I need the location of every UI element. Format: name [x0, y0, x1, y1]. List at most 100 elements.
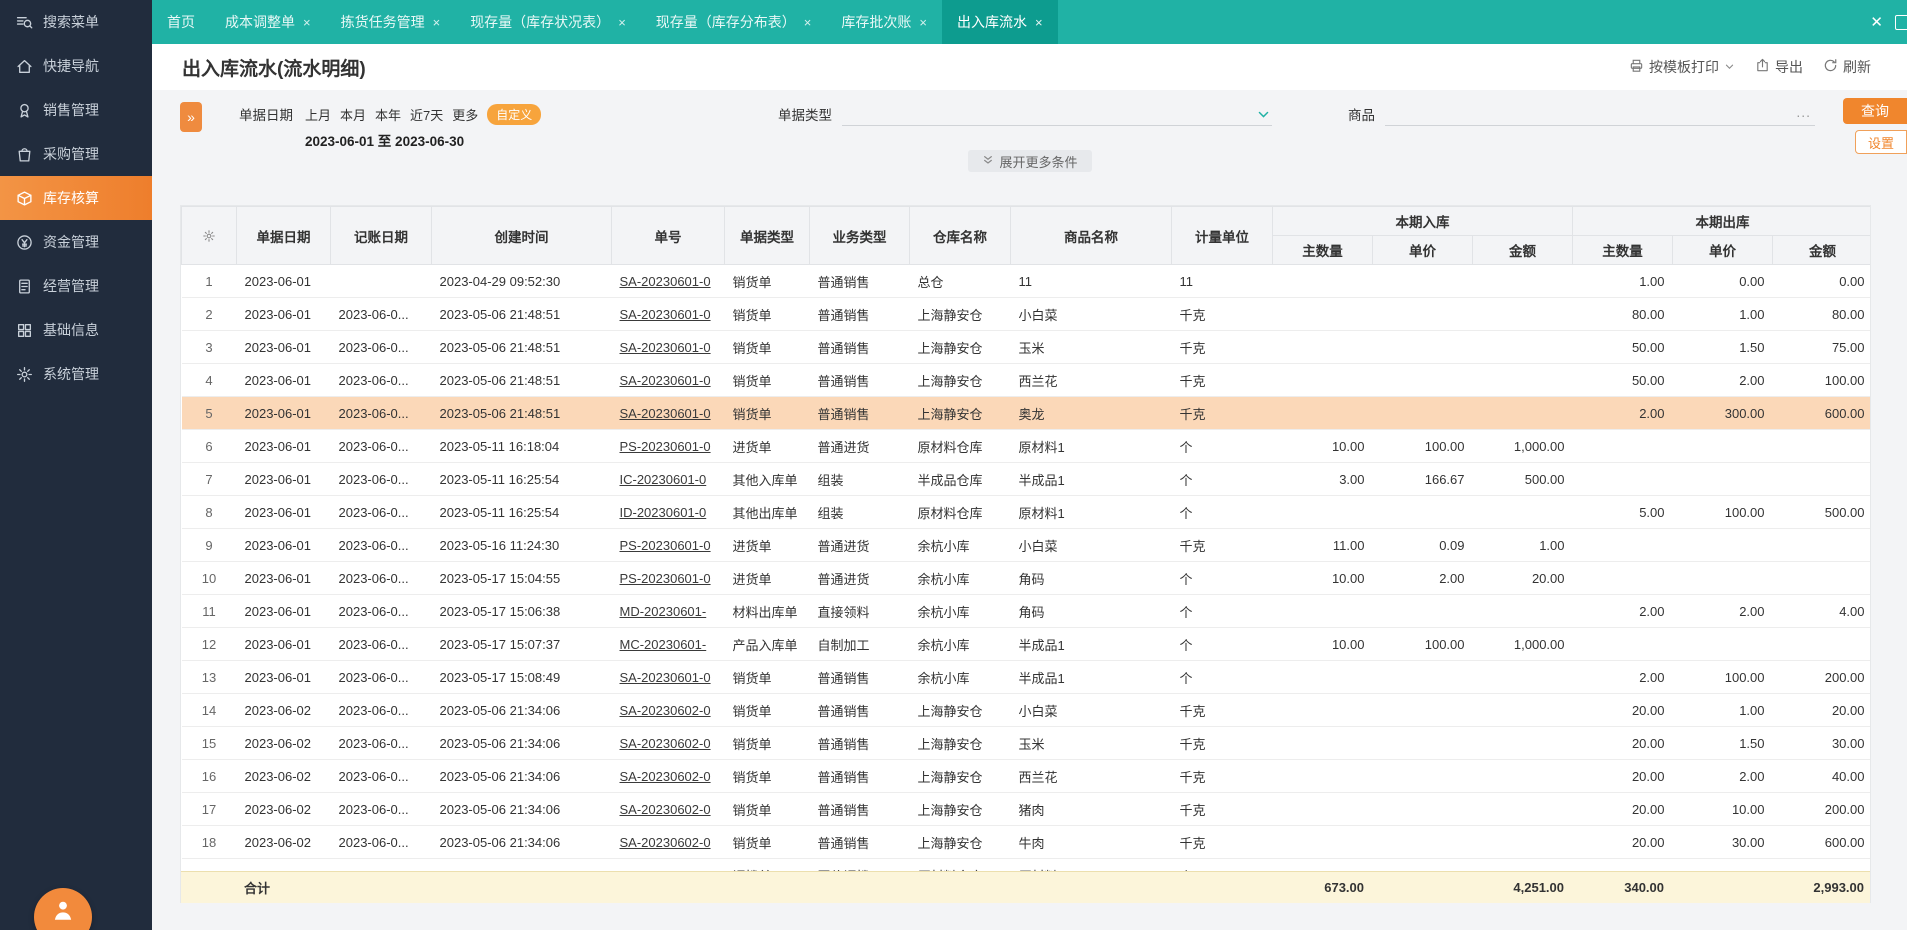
group-header: 本期出库 [1572, 206, 1870, 236]
total-value: 2,993.00 [1813, 880, 1864, 895]
tab-close-icon[interactable]: × [1035, 15, 1043, 30]
window-restore-icon[interactable] [1895, 14, 1907, 30]
table-row[interactable]: 11 2023-06-01 2023-06-0... 2023-05-17 15:06… [181, 594, 1870, 628]
doc-number-link[interactable]: SA-20230601-0 [620, 274, 711, 289]
close-icon[interactable]: ✕ [1870, 13, 1883, 31]
expand-more-button[interactable]: 展开更多条件 [967, 150, 1092, 172]
column-header[interactable]: 单号 [611, 206, 725, 265]
column-header[interactable]: 创建时间 [431, 206, 612, 265]
table-row[interactable]: 12 2023-06-01 2023-06-0... 2023-05-17 15:07… [181, 627, 1870, 661]
date-quick-link[interactable]: 本月 [340, 105, 366, 124]
doc-number-link[interactable]: SA-20230601-0 [620, 670, 711, 685]
table-row[interactable]: 2 2023-06-01 2023-06-0... 2023-05-06 21:48:… [181, 297, 1870, 331]
doc-number-link[interactable]: SA-20230602-0 [620, 736, 711, 751]
table-row[interactable]: 9 2023-06-01 2023-06-0... 2023-05-16 11:24:… [181, 528, 1870, 562]
doc-number-link[interactable]: SA-20230602-0 [620, 769, 711, 784]
tab-close-icon[interactable]: × [433, 15, 441, 30]
main-area: 首页 成本调整单 × 拣货任务管理 × 现存量（库存状况表） × 现存量（库存分布表） × 库存批… [152, 0, 1907, 930]
tab[interactable]: 出入库流水 × [941, 0, 1058, 44]
more-options-icon[interactable]: ... [1796, 104, 1811, 120]
sub-column-header[interactable]: 主数量 [1272, 235, 1373, 265]
refresh-button[interactable]: 刷新 [1823, 57, 1871, 77]
date-quick-link[interactable]: 本年 [375, 105, 401, 124]
doc-number-link[interactable]: SA-20230601-0 [620, 406, 711, 421]
sidebar-item[interactable]: 经营管理 [0, 264, 152, 308]
sidebar-item[interactable]: 采购管理 [0, 132, 152, 176]
sub-column-header[interactable]: 主数量 [1572, 235, 1673, 265]
sub-column-header[interactable]: 金额 [1472, 235, 1573, 265]
purchase-icon [16, 146, 33, 163]
doc-number-link[interactable]: SA-20230601-0 [620, 340, 711, 355]
table-row[interactable]: 5 2023-06-01 2023-06-0... 2023-05-06 21:48:… [181, 396, 1870, 430]
table-row[interactable]: 10 2023-06-01 2023-06-0... 2023-05-17 15:04… [181, 561, 1870, 595]
sidebar-item-label: 系统管理 [43, 366, 99, 382]
tab[interactable]: 现存量（库存分布表） × [641, 0, 827, 44]
search-button[interactable]: 查询 [1843, 98, 1907, 124]
sidebar-item[interactable]: 资金管理 [0, 220, 152, 264]
column-header[interactable]: 仓库名称 [909, 206, 1011, 265]
tab-close-icon[interactable]: × [919, 15, 927, 30]
tab-close-icon[interactable]: × [303, 15, 311, 30]
sidebar-item[interactable]: 销售管理 [0, 88, 152, 132]
tab[interactable]: 拣货任务管理 × [326, 0, 456, 44]
date-quick-link[interactable]: 更多 [452, 105, 478, 124]
doc-number-link[interactable]: MD-20230601- [620, 604, 707, 619]
table-row[interactable]: 16 2023-06-02 2023-06-0... 2023-05-06 21:34… [181, 759, 1870, 793]
doc-number-link[interactable]: PS-20230601-0 [620, 439, 711, 454]
column-header[interactable]: 单据类型 [724, 206, 810, 265]
tab-close-icon[interactable]: × [804, 15, 812, 30]
tab[interactable]: 库存批次账 × [826, 0, 942, 44]
table-row[interactable]: 14 2023-06-02 2023-06-0... 2023-05-06 21:34… [181, 693, 1870, 727]
date-range-value[interactable]: 2023-06-01 至 2023-06-30 [305, 130, 541, 150]
print-by-template-button[interactable]: 按模板打印 [1629, 57, 1735, 77]
doc-number-link[interactable]: SA-20230601-0 [620, 307, 711, 322]
sub-column-header[interactable]: 单价 [1672, 235, 1773, 265]
table-row[interactable]: 7 2023-06-01 2023-06-0... 2023-05-11 16:25:… [181, 462, 1870, 496]
collapse-filter-button[interactable]: » [180, 102, 202, 132]
column-header[interactable]: 记账日期 [330, 206, 432, 265]
tab-close-icon[interactable]: × [618, 15, 626, 30]
date-quick-link[interactable]: 上月 [305, 105, 331, 124]
doc-number-link[interactable]: SA-20230602-0 [620, 802, 711, 817]
assistant-icon [54, 901, 72, 920]
date-quick-link[interactable]: 近7天 [410, 105, 443, 124]
settings-button[interactable]: 设置 [1855, 130, 1907, 154]
doc-number-link[interactable]: SA-20230602-0 [620, 703, 711, 718]
doc-number-link[interactable]: ID-20230601-0 [620, 505, 707, 520]
custom-date-badge[interactable]: 自定义 [487, 104, 542, 125]
product-input[interactable]: ... [1385, 104, 1815, 126]
table-row[interactable]: 3 2023-06-01 2023-06-0... 2023-05-06 21:48:… [181, 330, 1870, 364]
table-row[interactable]: 6 2023-06-01 2023-06-0... 2023-05-11 16:18:… [181, 429, 1870, 463]
doc-number-link[interactable]: MC-20230601- [620, 637, 707, 652]
sub-column-header[interactable]: 金额 [1772, 235, 1870, 265]
sidebar-item[interactable]: 基础信息 [0, 308, 152, 352]
sidebar-item[interactable]: 系统管理 [0, 352, 152, 396]
tab[interactable]: 成本调整单 × [210, 0, 326, 44]
doc-number-link[interactable]: PS-20230601-0 [620, 571, 711, 586]
doc-number-link[interactable]: SA-20230601-0 [620, 373, 711, 388]
doc-number-link[interactable]: SA-20230602-0 [620, 835, 711, 850]
table-row[interactable]: 17 2023-06-02 2023-06-0... 2023-05-06 21:34… [181, 792, 1870, 826]
total-row: 合计 673.00 4,251.00 340.00 2,993.00 [181, 871, 1870, 903]
table-row[interactable]: 4 2023-06-01 2023-06-0... 2023-05-06 21:48:… [181, 363, 1870, 397]
table-row[interactable]: 15 2023-06-02 2023-06-0... 2023-05-06 21:34… [181, 726, 1870, 760]
column-header[interactable]: 单据日期 [236, 206, 331, 265]
export-button[interactable]: 导出 [1755, 57, 1803, 77]
tab[interactable]: 首页 [152, 0, 210, 44]
sidebar-item[interactable]: 库存核算 [0, 176, 152, 220]
column-header[interactable]: 商品名称 [1010, 206, 1172, 265]
sub-column-header[interactable]: 单价 [1372, 235, 1473, 265]
column-settings-icon[interactable] [181, 206, 237, 265]
doc-number-link[interactable]: IC-20230601-0 [620, 472, 707, 487]
table-row[interactable]: 18 2023-06-02 2023-06-0... 2023-05-06 21:34… [181, 825, 1870, 859]
table-row[interactable]: 8 2023-06-01 2023-06-0... 2023-05-11 16:25:… [181, 495, 1870, 529]
table-row[interactable]: 1 2023-06-01 2023-04-29 09:52:30 SA-2023060… [181, 264, 1870, 298]
column-header[interactable]: 业务类型 [809, 206, 910, 265]
doc-number-link[interactable]: PS-20230601-0 [620, 538, 711, 553]
tab[interactable]: 现存量（库存状况表） × [455, 0, 641, 44]
column-header[interactable]: 计量单位 [1171, 206, 1273, 265]
doc-type-select[interactable] [842, 104, 1272, 126]
table-row[interactable]: 13 2023-06-01 2023-06-0... 2023-05-17 15:08… [181, 660, 1870, 694]
sidebar-item[interactable]: 快捷导航 [0, 44, 152, 88]
sidebar-search-menu[interactable]: 搜索菜单 [0, 0, 152, 44]
